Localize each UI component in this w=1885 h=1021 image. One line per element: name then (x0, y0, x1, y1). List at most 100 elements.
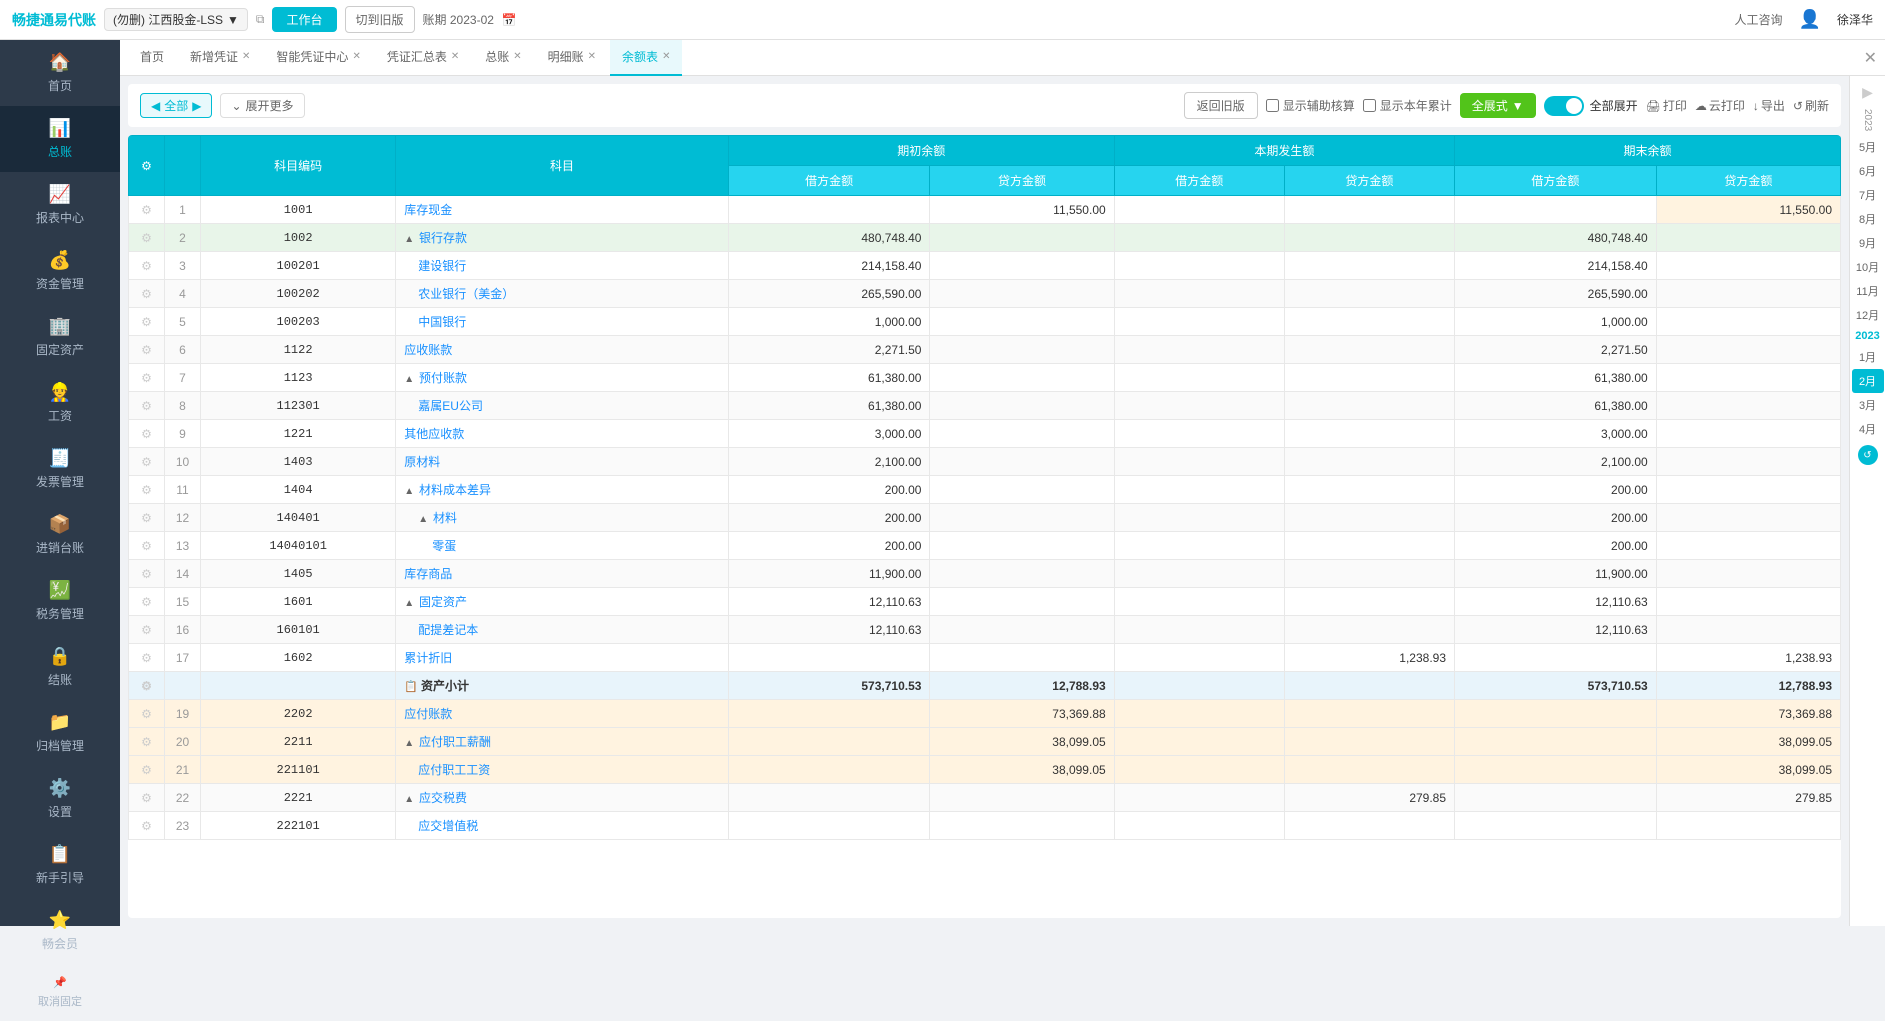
row-name[interactable]: ▲ 材料 (396, 504, 728, 532)
expand-icon[interactable]: ▲ (404, 374, 417, 385)
row-name[interactable]: 农业银行（美金） (396, 280, 728, 308)
month-1[interactable]: 1月 (1852, 345, 1884, 369)
month-12[interactable]: 12月 (1852, 303, 1884, 327)
close-all-icon[interactable]: ✕ (1864, 48, 1877, 68)
account-name-link[interactable]: 固定资产 (419, 595, 467, 609)
row-settings[interactable]: ⚙ (129, 784, 165, 812)
sidebar-item-member[interactable]: ⭐ 畅会员 (0, 898, 120, 964)
print-button[interactable]: 🖨 打印 (1646, 97, 1687, 114)
month-8[interactable]: 8月 (1852, 207, 1884, 231)
account-name-link[interactable]: 中国银行 (418, 315, 466, 329)
tab-new-voucher-close[interactable]: ✕ (242, 51, 250, 62)
account-name-link[interactable]: 零蛋 (432, 539, 456, 553)
sidebar-item-settings[interactable]: ⚙️ 设置 (0, 766, 120, 832)
row-settings[interactable]: ⚙ (129, 476, 165, 504)
sidebar-item-unpin[interactable]: 📌 取消固定 (0, 964, 120, 1021)
row-settings[interactable]: ⚙ (129, 700, 165, 728)
row-name[interactable]: 配提差记本 (396, 616, 728, 644)
account-name-link[interactable]: 原材料 (404, 455, 440, 469)
account-name-link[interactable]: 应付职工工资 (418, 763, 490, 777)
sidebar-item-close[interactable]: 🔒 结账 (0, 634, 120, 700)
row-settings[interactable]: ⚙ (129, 588, 165, 616)
switch-old-button[interactable]: 切到旧版 (345, 6, 415, 33)
expand-icon[interactable]: ▲ (404, 738, 417, 749)
expand-icon[interactable]: ▲ (404, 598, 417, 609)
tab-smart-voucher-close[interactable]: ✕ (352, 51, 360, 62)
row-name[interactable]: 累计折旧 (396, 644, 728, 672)
row-name[interactable]: ▲ 固定资产 (396, 588, 728, 616)
consult-label[interactable]: 人工咨询 (1735, 11, 1783, 28)
sidebar-item-archive[interactable]: 📁 归档管理 (0, 700, 120, 766)
row-settings[interactable]: ⚙ (129, 196, 165, 224)
right-panel-toggle[interactable]: ▶ (1862, 80, 1873, 105)
calendar-icon[interactable]: 📅 (502, 13, 517, 27)
account-name-link[interactable]: 应交税费 (419, 791, 467, 805)
row-name[interactable]: ▲ 材料成本差异 (396, 476, 728, 504)
row-name[interactable]: 零蛋 (396, 532, 728, 560)
row-settings[interactable]: ⚙ (129, 224, 165, 252)
account-name-link[interactable]: 累计折旧 (404, 651, 452, 665)
row-settings[interactable]: ⚙ (129, 336, 165, 364)
account-name-link[interactable]: 应交增值税 (418, 819, 478, 833)
row-settings[interactable]: ⚙ (129, 728, 165, 756)
row-settings[interactable]: ⚙ (129, 448, 165, 476)
row-settings[interactable]: ⚙ (129, 616, 165, 644)
account-name-link[interactable]: 库存商品 (404, 567, 452, 581)
account-name-link[interactable]: 银行存款 (419, 231, 467, 245)
account-name-link[interactable]: 其他应收款 (404, 427, 464, 441)
show-ytd-checkbox-label[interactable]: 显示本年累计 (1363, 97, 1452, 114)
tab-detail-ledger[interactable]: 明细账 ✕ (536, 40, 608, 76)
row-name[interactable]: 应付职工工资 (396, 756, 728, 784)
show-aux-checkbox-label[interactable]: 显示辅助核算 (1266, 97, 1355, 114)
copy-icon[interactable]: ⧉ (256, 12, 265, 27)
account-name-link[interactable]: 嘉属EU公司 (418, 399, 483, 413)
show-ytd-checkbox[interactable] (1363, 99, 1376, 112)
account-name-link[interactable]: 应付职工薪酬 (419, 735, 491, 749)
tab-new-voucher[interactable]: 新增凭证 ✕ (178, 40, 262, 76)
sidebar-item-salary[interactable]: 👷 工资 (0, 370, 120, 436)
row-name[interactable]: ▲ 银行存款 (396, 224, 728, 252)
sidebar-item-stock[interactable]: 📦 进销台账 (0, 502, 120, 568)
tab-voucher-summary[interactable]: 凭证汇总表 ✕ (375, 40, 471, 76)
tab-balance-sheet-close[interactable]: ✕ (662, 51, 670, 62)
account-name-link[interactable]: 材料成本差异 (419, 483, 491, 497)
row-settings[interactable]: ⚙ (129, 392, 165, 420)
account-name-link[interactable]: 建设银行 (418, 259, 466, 273)
row-name[interactable]: 中国银行 (396, 308, 728, 336)
tab-smart-voucher[interactable]: 智能凭证中心 ✕ (264, 40, 372, 76)
row-settings[interactable]: ⚙ (129, 560, 165, 588)
go-back-button[interactable]: 返回旧版 (1184, 92, 1258, 119)
show-aux-checkbox[interactable] (1266, 99, 1279, 112)
month-9[interactable]: 9月 (1852, 231, 1884, 255)
row-settings[interactable]: ⚙ (129, 420, 165, 448)
cloud-print-button[interactable]: ☁ 云打印 (1695, 97, 1745, 114)
month-6[interactable]: 6月 (1852, 159, 1884, 183)
expand-icon[interactable]: ▲ (404, 794, 417, 805)
sidebar-item-guide[interactable]: 📋 新手引导 (0, 832, 120, 898)
sidebar-item-funds[interactable]: 💰 资金管理 (0, 238, 120, 304)
refresh-button[interactable]: ↺ 刷新 (1793, 97, 1829, 114)
row-settings[interactable]: ⚙ (129, 644, 165, 672)
row-settings[interactable]: ⚙ (129, 672, 165, 700)
tab-voucher-summary-close[interactable]: ✕ (451, 51, 459, 62)
row-name[interactable]: 嘉属EU公司 (396, 392, 728, 420)
row-settings[interactable]: ⚙ (129, 504, 165, 532)
row-name[interactable]: 应付账款 (396, 700, 728, 728)
row-name[interactable]: ▲ 应付职工薪酬 (396, 728, 728, 756)
row-name[interactable]: 应交增值税 (396, 812, 728, 840)
account-name-link[interactable]: 预付账款 (419, 371, 467, 385)
row-name[interactable]: 应收账款 (396, 336, 728, 364)
month-4[interactable]: 4月 (1852, 417, 1884, 441)
row-name[interactable]: ▲ 预付账款 (396, 364, 728, 392)
sidebar-item-assets[interactable]: 🏢 固定资产 (0, 304, 120, 370)
account-name-link[interactable]: 农业银行（美金） (418, 287, 514, 301)
expand-icon[interactable]: ▲ (404, 486, 417, 497)
tab-general-ledger[interactable]: 总账 ✕ (473, 40, 533, 76)
account-name-link[interactable]: 材料 (433, 511, 457, 525)
row-settings[interactable]: ⚙ (129, 308, 165, 336)
account-name-link[interactable]: 应付账款 (404, 707, 452, 721)
sidebar-item-tax[interactable]: 💹 税务管理 (0, 568, 120, 634)
tab-balance-sheet[interactable]: 余额表 ✕ (610, 40, 682, 76)
full-format-button[interactable]: 全展式 ▼ (1460, 93, 1536, 118)
month-5[interactable]: 5月 (1852, 135, 1884, 159)
